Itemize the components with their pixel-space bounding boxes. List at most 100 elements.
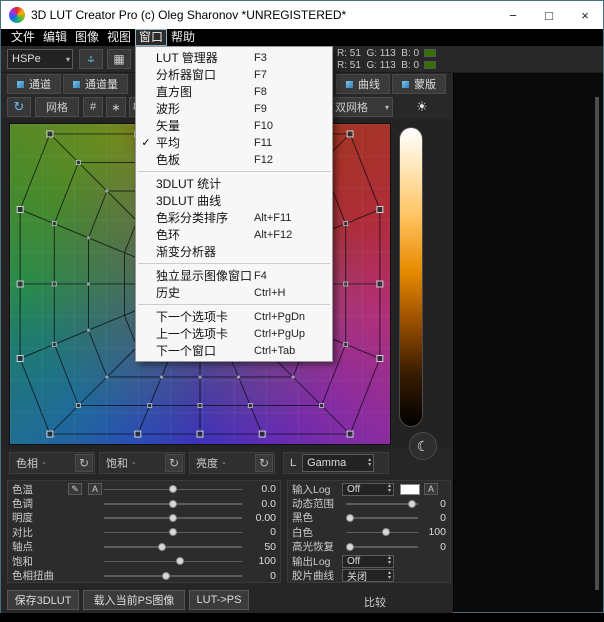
slider-thumb[interactable] (176, 557, 184, 565)
readout-swatch-icon (424, 61, 436, 69)
menu-item-label: 3DLUT 曲线 (156, 192, 221, 209)
left-panel-row: 明度0.00 (8, 511, 280, 525)
minimize-button[interactable]: − (495, 1, 531, 29)
menubar-item-3[interactable]: 视图 (103, 29, 135, 46)
dual-grid-select[interactable]: 双网格 ▾ (331, 97, 393, 117)
menubar-item-2[interactable]: 图像 (71, 29, 103, 46)
menu-item[interactable]: 下一个选项卡Ctrl+PgDn (136, 308, 332, 325)
slider-thumb[interactable] (408, 500, 416, 508)
left-slider-3[interactable] (104, 527, 242, 537)
slider-thumb[interactable] (162, 572, 170, 580)
tab-left-0[interactable]: 通道 (7, 74, 61, 94)
menu-item[interactable]: 渐变分析器 (136, 243, 332, 260)
tab-left-1[interactable]: 通道量 (63, 74, 128, 94)
right-panel-row: 动态范围0 (288, 496, 450, 510)
bottom-button-0[interactable]: 保存3DLUT (7, 590, 79, 610)
maximize-button[interactable]: □ (531, 1, 567, 29)
menubar-item-5[interactable]: 帮助 (167, 29, 199, 46)
auto-button[interactable]: A (88, 483, 102, 495)
menu-item-label: 下一个窗口 (156, 342, 216, 359)
slider-thumb[interactable] (169, 514, 177, 522)
eyedropper-icon[interactable]: ✎ (68, 483, 82, 495)
slider-thumb[interactable] (169, 528, 177, 536)
right-panel-row: 白色100 (288, 525, 450, 539)
sun-icon[interactable]: ☀ (409, 96, 435, 117)
bottom-button-1[interactable]: 载入当前PS图像 (83, 590, 185, 610)
adjust-label: 饱和 (100, 455, 128, 471)
menu-item[interactable]: 下一个窗口Ctrl+Tab (136, 342, 332, 359)
slider-thumb[interactable] (158, 543, 166, 551)
refresh-icon[interactable]: ↻ (165, 454, 183, 472)
right-panel-row: 高光恢复0 (288, 540, 450, 554)
slider-label: 明度 (12, 510, 64, 525)
left-slider-6[interactable] (104, 571, 242, 581)
slider-thumb[interactable] (382, 528, 390, 536)
menu-item[interactable]: LUT 管理器F3 (136, 49, 332, 66)
scrollbar-strip[interactable] (595, 97, 599, 590)
right-slider-4[interactable] (346, 542, 418, 552)
menu-item[interactable]: 分析器窗口F7 (136, 66, 332, 83)
grid-icon: ▦ (113, 52, 124, 66)
tab-right-0[interactable]: 曲线 (336, 74, 390, 94)
select-5[interactable]: Off▴▾ (342, 555, 394, 568)
adjust-label: 色相 (10, 455, 38, 471)
left-slider-1[interactable] (104, 499, 242, 509)
menu-item[interactable]: 直方图F8 (136, 83, 332, 100)
menu-item-label: 分析器窗口 (156, 66, 216, 83)
slider-thumb[interactable] (346, 514, 354, 522)
transform-tool-button[interactable]: ▦ (107, 49, 131, 69)
slider-thumb[interactable] (169, 500, 177, 508)
compare-button[interactable]: 比较 (353, 594, 397, 610)
reset-grid-button[interactable]: ↻ (7, 97, 31, 117)
refresh-icon[interactable]: ↻ (75, 454, 93, 472)
menu-item[interactable]: 历史Ctrl+H (136, 284, 332, 301)
menu-item-shortcut: F11 (254, 137, 332, 149)
bottom-button-2[interactable]: LUT->PS (189, 590, 249, 610)
menu-item[interactable]: 3DLUT 统计 (136, 175, 332, 192)
select-0[interactable]: Off▴▾ (342, 483, 394, 496)
menu-item[interactable]: 色环Alt+F12 (136, 226, 332, 243)
adjust-row: L Gamma ▴▾ 色相-↻饱和-↻亮度-↻ (1, 449, 453, 477)
refresh-icon[interactable]: ↻ (255, 454, 273, 472)
color-swatch[interactable] (400, 484, 420, 495)
tab-right-1[interactable]: 蒙版 (392, 74, 446, 94)
web-grid-button[interactable]: ∗ (106, 97, 126, 117)
menubar-item-4[interactable]: 窗口 (135, 29, 167, 46)
close-button[interactable]: × (567, 1, 603, 29)
menu-item[interactable]: 矢量F10 (136, 117, 332, 134)
right-slider-1[interactable] (346, 499, 418, 509)
menu-item-shortcut: F10 (254, 120, 332, 132)
menu-item[interactable]: 色彩分类排序Alt+F11 (136, 209, 332, 226)
menu-item[interactable]: 独立显示图像窗口F4 (136, 267, 332, 284)
menu-item[interactable]: 3DLUT 曲线 (136, 192, 332, 209)
menu-item[interactable]: ✓平均F11 (136, 134, 332, 151)
menu-item[interactable]: 波形F9 (136, 100, 332, 117)
right-slider-3[interactable] (346, 527, 418, 537)
readout-row: R: 51 G: 113 B: 0 (337, 47, 436, 59)
menu-item-label: 色彩分类排序 (156, 209, 228, 226)
hash-grid-button[interactable]: # (83, 97, 103, 117)
moon-icon[interactable]: ☾ (409, 432, 437, 460)
right-slider-2[interactable] (346, 513, 418, 523)
select-6[interactable]: 关闭▴▾ (342, 569, 394, 582)
menubar-item-0[interactable]: 文件 (7, 29, 39, 46)
mode-select[interactable]: HSPe ▾ (7, 49, 73, 69)
right-panel-row: 胶片曲线关闭▴▾ (288, 568, 450, 582)
left-slider-5[interactable] (104, 556, 242, 566)
grid-mode-button[interactable]: 网格 (35, 97, 79, 117)
menu-item[interactable]: 上一个选项卡Ctrl+PgUp (136, 325, 332, 342)
gamma-select[interactable]: Gamma ▴▾ (302, 454, 374, 472)
left-slider-4[interactable] (104, 542, 242, 552)
slider-thumb[interactable] (346, 543, 354, 551)
menu-item-label: 独立显示图像窗口 (156, 267, 252, 284)
left-slider-2[interactable] (104, 513, 242, 523)
move-tool-button[interactable]: ↔↕ (79, 49, 103, 69)
left-slider-0[interactable] (104, 484, 242, 494)
menubar-item-1[interactable]: 编辑 (39, 29, 71, 46)
luminance-gradient-bar[interactable] (399, 127, 423, 427)
auto-button[interactable]: A (424, 483, 438, 495)
menu-item-label: 历史 (156, 284, 180, 301)
menu-item[interactable]: 色板F12 (136, 151, 332, 168)
slider-value: 0 (422, 541, 446, 553)
slider-thumb[interactable] (169, 485, 177, 493)
